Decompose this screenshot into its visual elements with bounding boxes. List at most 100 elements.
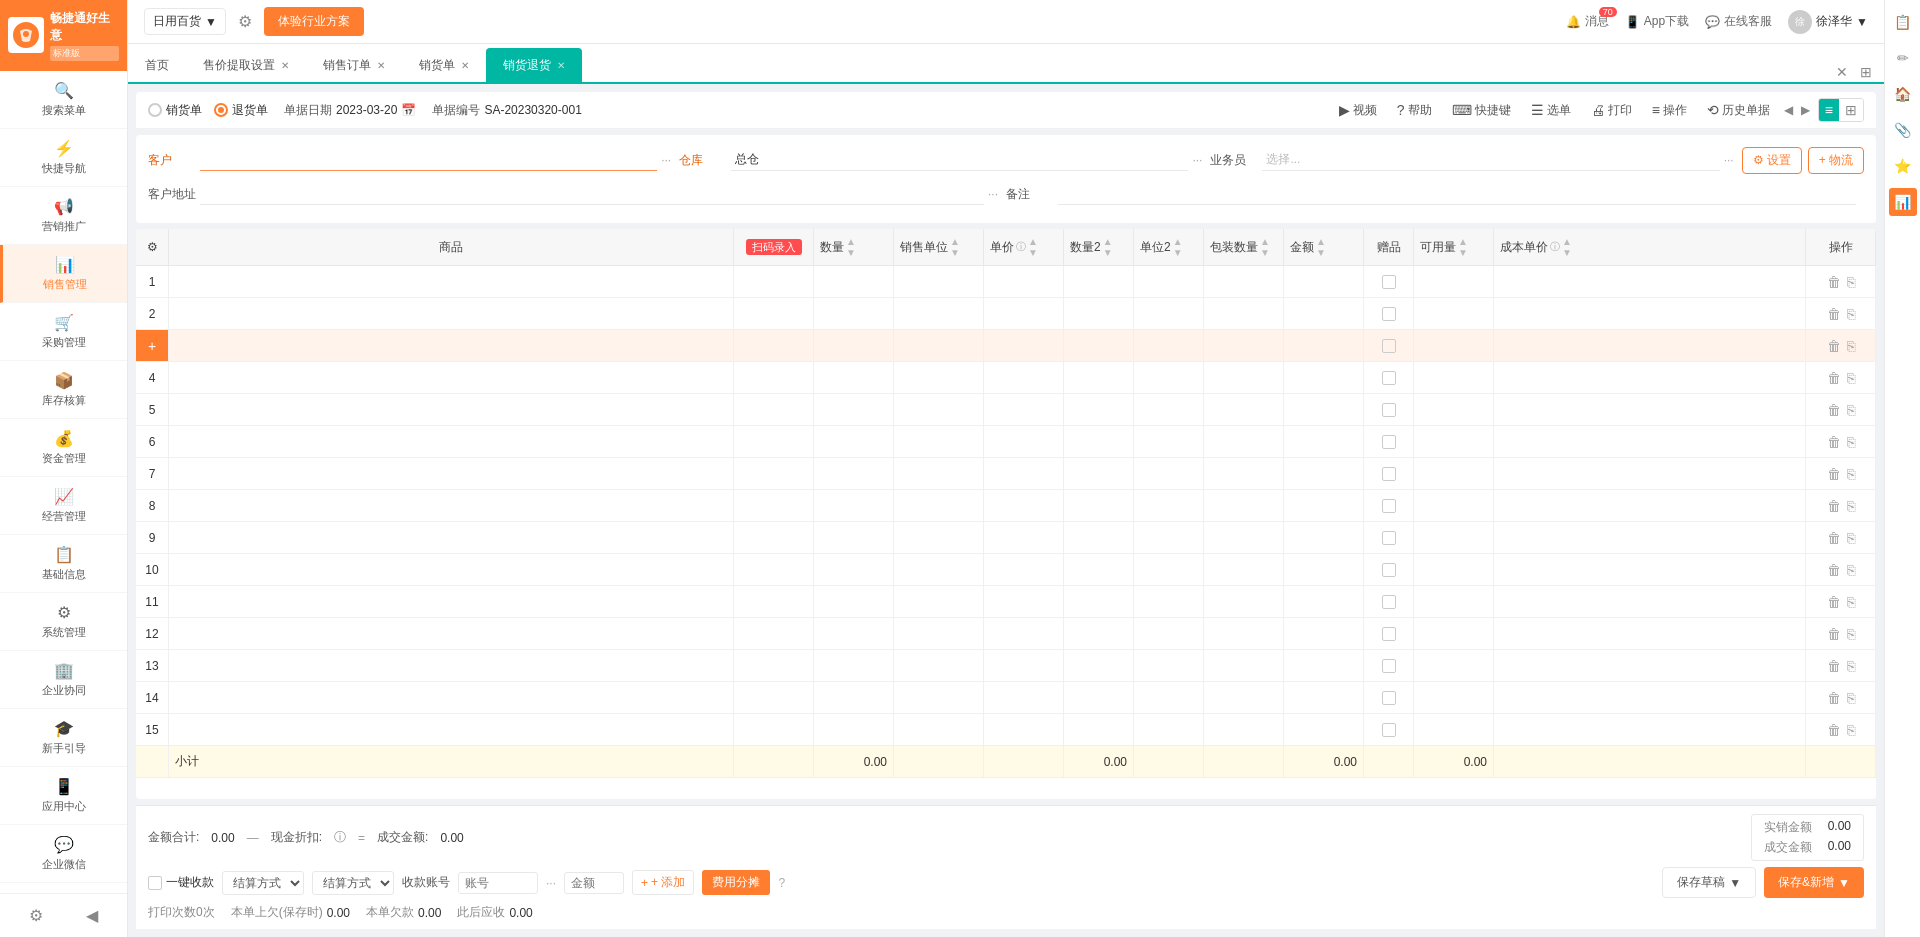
copy-icon[interactable]: ⎘	[1847, 626, 1855, 642]
row-1-unit2[interactable]	[1134, 266, 1204, 298]
row-3-copy-icon[interactable]: ⎘	[1847, 338, 1855, 354]
row-3-qty2[interactable]	[1064, 330, 1134, 362]
row-1-product[interactable]	[169, 266, 734, 298]
row-3-amount[interactable]	[1284, 330, 1364, 362]
address-select-icon[interactable]: ···	[988, 187, 998, 201]
tab-sales-return-close-icon[interactable]: ✕	[557, 60, 565, 71]
row-gift-checkbox[interactable]	[1382, 403, 1396, 417]
copy-icon[interactable]: ⎘	[1847, 690, 1855, 706]
tab-price-setting[interactable]: 售价提取设置 ✕	[186, 48, 306, 82]
message-button[interactable]: 🔔 消息 70	[1566, 13, 1609, 30]
scan-input-btn[interactable]: 扫码录入	[746, 239, 802, 255]
sidebar-item-marketing[interactable]: 📢 营销推广	[0, 187, 127, 245]
row-1-price[interactable]	[984, 266, 1064, 298]
row-3-price[interactable]	[984, 330, 1064, 362]
help-btn[interactable]: ? 帮助	[1391, 100, 1438, 121]
copy-icon[interactable]: ⎘	[1847, 722, 1855, 738]
delete-icon[interactable]: 🗑	[1827, 370, 1841, 386]
row-2-pack-qty[interactable]	[1204, 298, 1284, 330]
delete-icon[interactable]: 🗑	[1827, 498, 1841, 514]
price-info-icon[interactable]: ⓘ	[1016, 240, 1026, 254]
settings-button[interactable]: ⚙ 设置	[1742, 147, 1802, 174]
row-gift-checkbox[interactable]	[1382, 563, 1396, 577]
gear-settings-icon[interactable]: ⚙	[147, 240, 158, 254]
delete-icon[interactable]: 🗑	[1827, 530, 1841, 546]
delete-icon[interactable]: 🗑	[1827, 434, 1841, 450]
right-panel-btn-3[interactable]: 🏠	[1889, 80, 1917, 108]
row-3-delete-icon[interactable]: 🗑	[1827, 338, 1841, 354]
sidebar-item-enterprise[interactable]: 🏢 企业协同	[0, 651, 127, 709]
row-3-unit2[interactable]	[1134, 330, 1204, 362]
row-1-qty2[interactable]	[1064, 266, 1134, 298]
row-gift-checkbox[interactable]	[1382, 435, 1396, 449]
sidebar-item-sales-mgmt[interactable]: 📊 销售管理	[0, 245, 127, 303]
row-1-copy-icon[interactable]: ⎘	[1847, 274, 1855, 290]
radio-sales[interactable]: 销货单	[148, 102, 202, 119]
row-1-delete-icon[interactable]: 🗑	[1827, 274, 1841, 290]
trial-button[interactable]: 体验行业方案	[264, 7, 364, 36]
view-list-btn[interactable]: ≡	[1819, 99, 1839, 121]
add-logistics-button[interactable]: + 物流	[1808, 147, 1864, 174]
delete-icon[interactable]: 🗑	[1827, 690, 1841, 706]
row-gift-checkbox[interactable]	[1382, 499, 1396, 513]
row-3-product-input[interactable]	[175, 339, 727, 353]
app-download-button[interactable]: 📱 App下载	[1625, 13, 1689, 30]
account-select-icon[interactable]: ···	[546, 876, 556, 890]
row-gift-checkbox[interactable]	[1382, 659, 1396, 673]
row-1-gift-checkbox[interactable]	[1382, 275, 1396, 289]
tab-sales-order[interactable]: 销售订单 ✕	[306, 48, 402, 82]
delete-icon[interactable]: 🗑	[1827, 402, 1841, 418]
row-gift-checkbox[interactable]	[1382, 723, 1396, 737]
row-1-available[interactable]	[1414, 266, 1494, 298]
history-btn[interactable]: ⟲ 历史单据	[1701, 100, 1776, 121]
maximize-btn[interactable]: ⊞	[1856, 62, 1876, 82]
sidebar-item-inventory[interactable]: 📦 库存核算	[0, 361, 127, 419]
row-gift-checkbox[interactable]	[1382, 691, 1396, 705]
one-key-payment-check[interactable]: 一键收款	[148, 874, 214, 891]
row-2-gift[interactable]	[1364, 298, 1414, 330]
copy-icon[interactable]: ⎘	[1847, 434, 1855, 450]
row-gift-checkbox[interactable]	[1382, 467, 1396, 481]
delete-icon[interactable]: 🗑	[1827, 722, 1841, 738]
row-1-quantity[interactable]	[814, 266, 894, 298]
nav-next-icon[interactable]: ▶	[1801, 103, 1810, 117]
tab-sales[interactable]: 销货单 ✕	[402, 48, 486, 82]
sidebar-item-new-guide[interactable]: 🎓 新手引导	[0, 709, 127, 767]
row-2-cost-price[interactable]	[1494, 298, 1806, 330]
row-2-product[interactable]	[169, 298, 734, 330]
category-select[interactable]: 日用百货 ▼	[144, 8, 226, 35]
row-1-gift[interactable]	[1364, 266, 1414, 298]
pack-sort-icon[interactable]: ▲▼	[1260, 236, 1270, 258]
sidebar-item-operation[interactable]: 📈 经营管理	[0, 477, 127, 535]
nav-prev-icon[interactable]: ◀	[1784, 103, 1793, 117]
view-grid-btn[interactable]: ⊞	[1839, 99, 1863, 121]
row-gift-checkbox[interactable]	[1382, 531, 1396, 545]
account-input[interactable]	[458, 872, 538, 894]
sidebar-item-finance[interactable]: 💰 资金管理	[0, 419, 127, 477]
expense-help-icon[interactable]: ?	[778, 876, 785, 890]
row-3-unit[interactable]	[894, 330, 984, 362]
sidebar-item-quick-nav[interactable]: ⚡ 快捷导航	[0, 129, 127, 187]
sidebar-item-enterprise-wx[interactable]: 💬 企业微信	[0, 825, 127, 883]
row-2-price[interactable]	[984, 298, 1064, 330]
th-gear[interactable]: ⚙	[136, 229, 169, 266]
right-panel-btn-1[interactable]: 📋	[1889, 8, 1917, 36]
calendar-icon[interactable]: 📅	[401, 103, 416, 117]
copy-icon[interactable]: ⎘	[1847, 530, 1855, 546]
row-2-qty2[interactable]	[1064, 298, 1134, 330]
row-2-quantity[interactable]	[814, 298, 894, 330]
sidebar-item-search[interactable]: 🔍 搜索菜单	[0, 71, 127, 129]
row-3-gift-checkbox[interactable]	[1382, 339, 1396, 353]
tab-sales-return[interactable]: 销货退货 ✕	[486, 48, 582, 82]
salesperson-input[interactable]: 选择...	[1262, 149, 1719, 171]
copy-icon[interactable]: ⎘	[1847, 658, 1855, 674]
right-panel-btn-5[interactable]: ⭐	[1889, 152, 1917, 180]
user-menu[interactable]: 徐 徐泽华 ▼	[1788, 10, 1868, 34]
amount-sort-icon[interactable]: ▲▼	[1316, 236, 1326, 258]
copy-icon[interactable]: ⎘	[1847, 370, 1855, 386]
expense-split-button[interactable]: 费用分摊	[702, 870, 770, 895]
delete-icon[interactable]: 🗑	[1827, 594, 1841, 610]
right-panel-btn-4[interactable]: 📎	[1889, 116, 1917, 144]
row-2-copy-icon[interactable]: ⎘	[1847, 306, 1855, 322]
video-btn[interactable]: ▶ 视频	[1333, 100, 1383, 121]
